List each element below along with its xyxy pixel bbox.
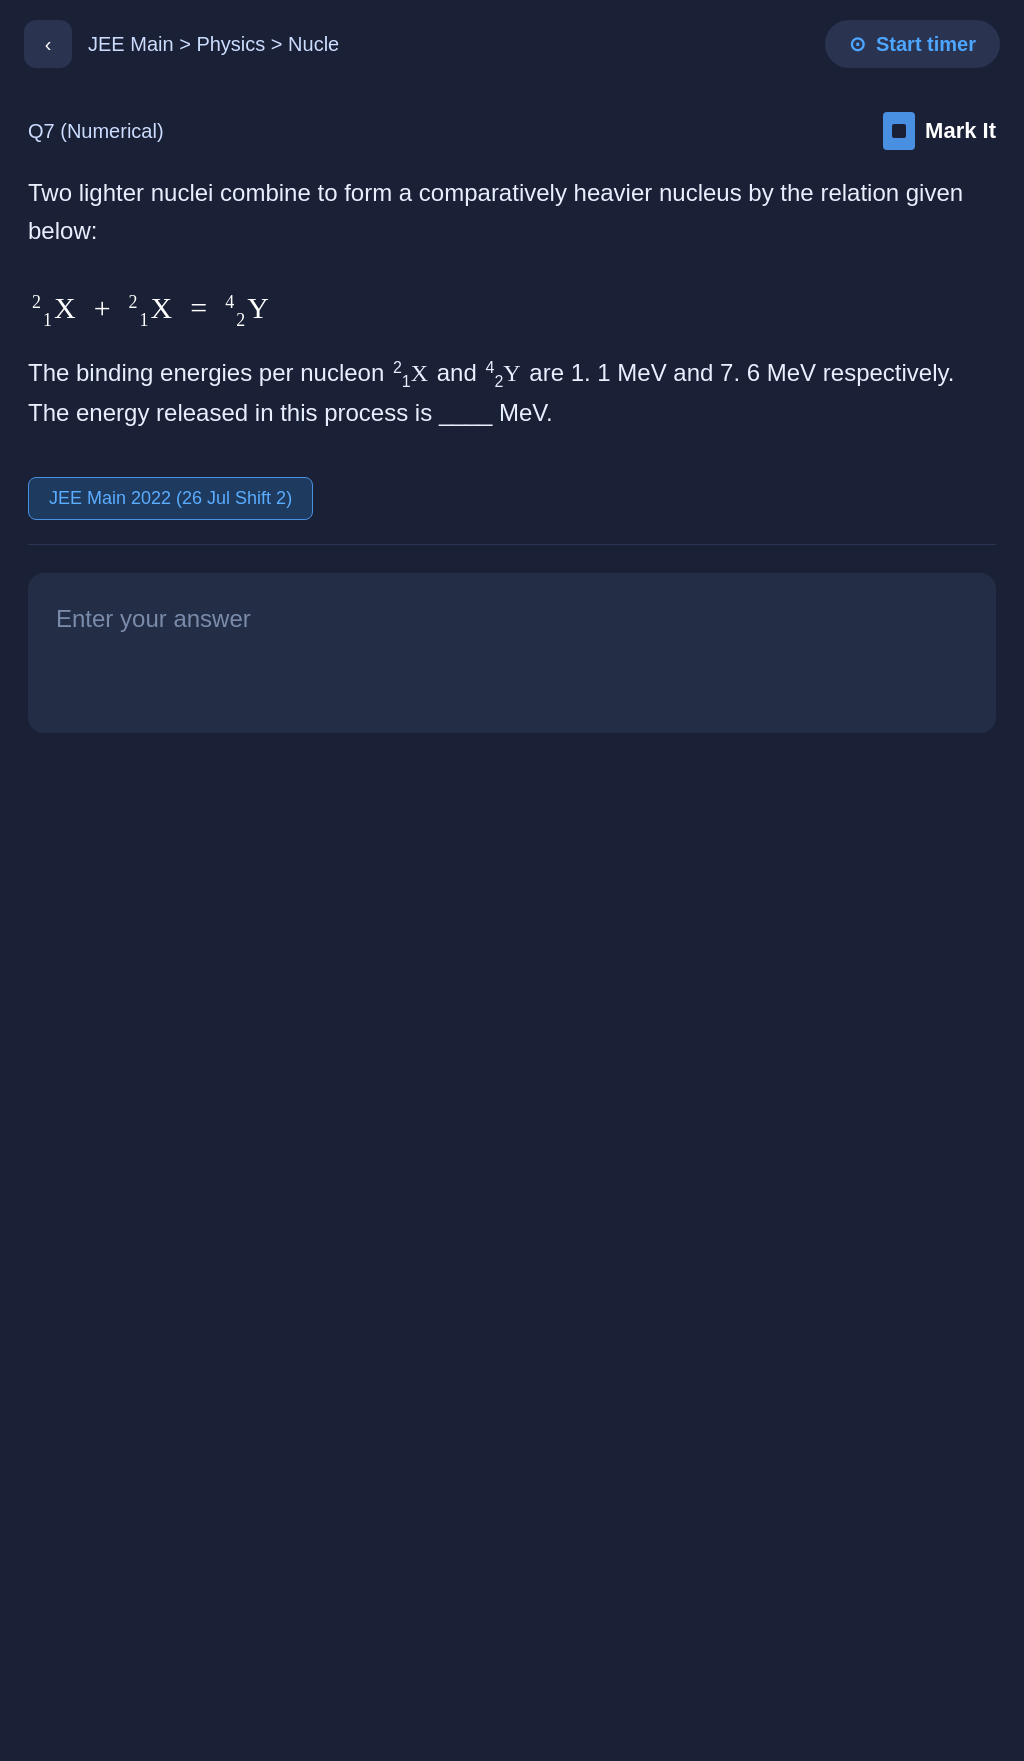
desc-part4: MeV. xyxy=(499,399,553,426)
tag-badge-text: JEE Main 2022 (26 Jul Shift 2) xyxy=(28,477,313,520)
term3-letter: Y xyxy=(247,291,269,325)
question-intro-text: Two lighter nuclei combine to form a com… xyxy=(28,174,996,251)
formula-operator1: + xyxy=(94,291,111,325)
term1-superscript: 2 xyxy=(32,292,41,313)
header: ‹ JEE Main > Physics > Nucle ⊙ Start tim… xyxy=(0,0,1024,88)
formula-term2: 2 1 X xyxy=(129,291,173,325)
question-label: Q7 (Numerical) xyxy=(28,120,164,143)
header-left: ‹ JEE Main > Physics > Nucle xyxy=(24,20,339,68)
formula-term1: 2 1 X xyxy=(32,291,76,325)
bookmark-inner-decoration xyxy=(892,124,906,138)
formula-term3: 4 2 Y xyxy=(225,291,269,325)
term3-superscript: 4 xyxy=(225,292,234,313)
answer-box[interactable] xyxy=(28,573,996,733)
answer-section xyxy=(0,545,1024,761)
inline2-superscript: 4 xyxy=(485,355,494,381)
breadcrumb: JEE Main > Physics > Nucle xyxy=(88,33,339,56)
answer-input[interactable] xyxy=(56,605,968,633)
inline-nucleus-2: 4 2 Y xyxy=(485,354,520,394)
inline1-subscript: 1 xyxy=(402,369,411,395)
mark-it-label: Mark It xyxy=(925,118,996,144)
question-description: The binding energies per nucleon 2 1 X a… xyxy=(28,353,996,433)
timer-label: Start timer xyxy=(876,33,976,56)
question-content: Two lighter nuclei combine to form a com… xyxy=(0,166,1024,544)
start-timer-button[interactable]: ⊙ Start timer xyxy=(825,20,1000,68)
back-button[interactable]: ‹ xyxy=(24,20,72,68)
inline1-superscript: 2 xyxy=(393,355,402,381)
tag-badge: JEE Main 2022 (26 Jul Shift 2) xyxy=(28,465,996,520)
formula-block: 2 1 X + 2 1 X = 4 2 Y xyxy=(28,279,996,353)
back-icon: ‹ xyxy=(45,33,52,56)
term2-subscript: 1 xyxy=(140,310,149,331)
formula-equals: = xyxy=(190,291,207,325)
inline1-letter: X xyxy=(411,354,428,394)
inline2-subscript: 2 xyxy=(494,369,503,395)
answer-blank: ____ xyxy=(439,399,492,426)
inline2-letter: Y xyxy=(503,354,520,394)
term3-subscript: 2 xyxy=(236,310,245,331)
term1-letter: X xyxy=(54,291,76,325)
term1-subscript: 1 xyxy=(43,310,52,331)
question-meta: Q7 (Numerical) Mark It xyxy=(0,88,1024,166)
inline-nucleus-1: 2 1 X xyxy=(393,354,428,394)
formula-expression: 2 1 X + 2 1 X = 4 2 Y xyxy=(28,291,273,325)
timer-icon: ⊙ xyxy=(849,32,866,56)
desc-part2: and xyxy=(437,359,484,386)
mark-it-button[interactable]: Mark It xyxy=(883,112,996,150)
term2-letter: X xyxy=(151,291,173,325)
term2-superscript: 2 xyxy=(129,292,138,313)
bookmark-icon xyxy=(883,112,915,150)
desc-part1: The binding energies per nucleon xyxy=(28,359,391,386)
